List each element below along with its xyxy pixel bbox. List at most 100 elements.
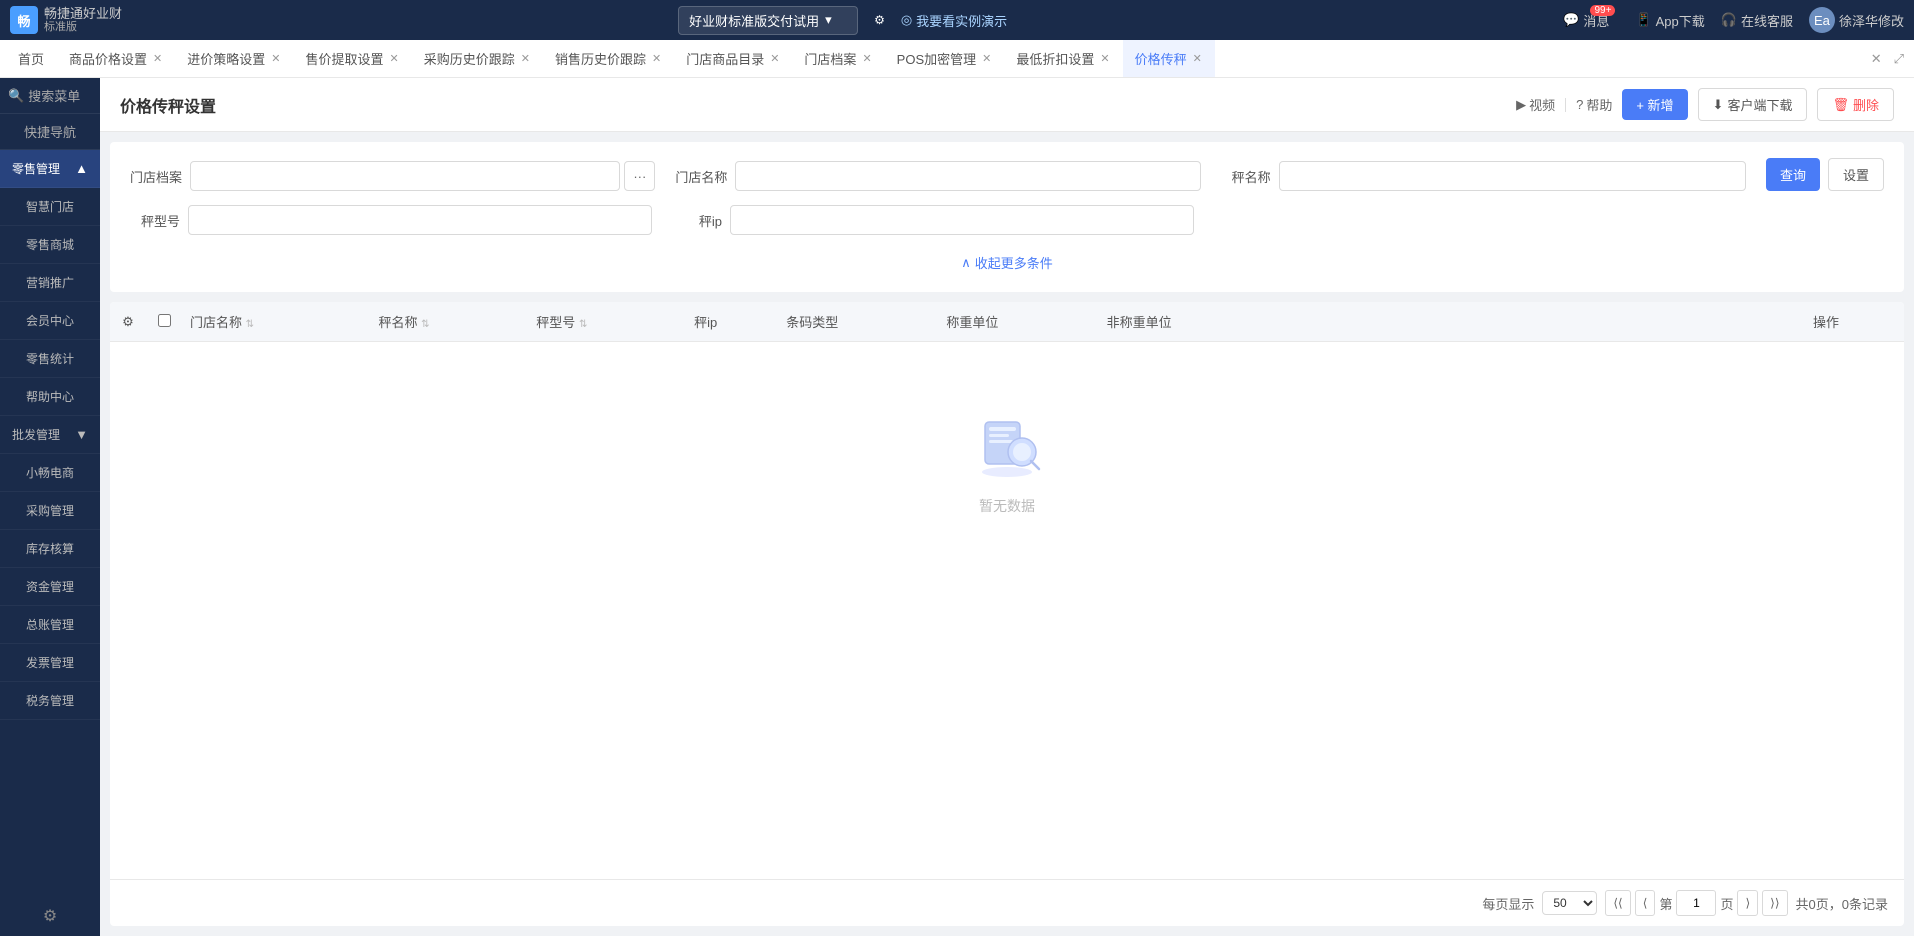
page-size-select[interactable]: 10 20 50 100 bbox=[1542, 891, 1597, 915]
video-link[interactable]: ▶ 视频 bbox=[1516, 95, 1555, 114]
tab-close-store-file[interactable]: ✕ bbox=[862, 52, 871, 65]
tab-close-min-discount[interactable]: ✕ bbox=[1100, 52, 1109, 65]
tab-purchase-history[interactable]: 采购历史价跟踪 ✕ bbox=[412, 40, 543, 78]
th-scale-name[interactable]: 秤名称 ⇅ bbox=[370, 302, 528, 342]
tab-pos-encrypt[interactable]: POS加密管理 ✕ bbox=[885, 40, 1005, 78]
tab-close-purchase-history[interactable]: ✕ bbox=[521, 52, 530, 65]
sidebar-item-general-ledger[interactable]: 总账管理 bbox=[0, 606, 100, 644]
th-store-name[interactable]: 门店名称 ⇅ bbox=[182, 302, 370, 342]
query-button[interactable]: 查询 bbox=[1766, 158, 1820, 191]
sidebar-item-help[interactable]: 帮助中心 bbox=[0, 378, 100, 416]
th-checkbox[interactable] bbox=[146, 302, 182, 342]
tab-maximize-icon[interactable]: ⤢ bbox=[1890, 51, 1908, 67]
tab-close-all-icon[interactable]: ✕ bbox=[1867, 51, 1886, 67]
tab-close-store-catalog[interactable]: ✕ bbox=[770, 52, 779, 65]
message-badge: 99+ bbox=[1590, 5, 1615, 16]
sidebar-item-member[interactable]: 会员中心 bbox=[0, 302, 100, 340]
store-file-input[interactable] bbox=[190, 161, 620, 191]
tab-purchase-strategy[interactable]: 进价策略设置 ✕ bbox=[175, 40, 293, 78]
sidebar-item-wholesale[interactable]: 批发管理 ▼ bbox=[0, 416, 100, 454]
collapse-button[interactable]: ∧ 收起更多条件 bbox=[961, 253, 1053, 272]
store-file-dots-btn[interactable]: ··· bbox=[624, 161, 655, 191]
th-scale-model[interactable]: 秤型号 ⇅ bbox=[528, 302, 686, 342]
table-wrapper: ⚙ 门店名称 ⇅ 秤名称 ⇅ bbox=[110, 302, 1904, 879]
store-file-label: 门店档案 bbox=[130, 167, 182, 186]
version-selector[interactable]: 好业财标准版交付试用 ▾ bbox=[678, 6, 858, 35]
user-action[interactable]: Ea 徐泽华修改 bbox=[1809, 7, 1904, 33]
next-page-btn[interactable]: ⟩ bbox=[1737, 890, 1758, 916]
select-all-checkbox[interactable] bbox=[158, 314, 171, 327]
tab-min-discount[interactable]: 最低折扣设置 ✕ bbox=[1004, 40, 1122, 78]
table-header-row: ⚙ 门店名称 ⇅ 秤名称 ⇅ bbox=[110, 302, 1904, 342]
scale-name-label: 秤名称 bbox=[1221, 167, 1271, 186]
messages-action[interactable]: 💬 消息 99+ bbox=[1563, 11, 1609, 30]
scale-ip-input[interactable] bbox=[730, 205, 1194, 235]
content-area: 价格传秤设置 ▶ 视频 ? 帮助 + 新增 ⬇ 客户端下载 bbox=[100, 78, 1914, 936]
tab-store-catalog[interactable]: 门店商品目录 ✕ bbox=[674, 40, 792, 78]
table-area: ⚙ 门店名称 ⇅ 秤名称 ⇅ bbox=[110, 302, 1904, 926]
scale-model-label: 秤型号 bbox=[130, 211, 180, 230]
tab-commodity-price[interactable]: 商品价格设置 ✕ bbox=[57, 40, 175, 78]
search-form: 门店档案 ··· 门店名称 秤名称 查询 bbox=[110, 142, 1904, 292]
help-link[interactable]: ? 帮助 bbox=[1576, 95, 1612, 114]
scale-model-input[interactable] bbox=[188, 205, 652, 235]
settings-btn[interactable]: ⚙ bbox=[864, 9, 895, 31]
sidebar-item-smart-store[interactable]: 智慧门店 bbox=[0, 188, 100, 226]
tab-close-sales-history[interactable]: ✕ bbox=[652, 52, 661, 65]
tab-sales-history[interactable]: 销售历史价跟踪 ✕ bbox=[543, 40, 674, 78]
app-logo: 畅 畅捷通好业财 标准版 bbox=[10, 6, 122, 35]
download-client-button[interactable]: ⬇ 客户端下载 bbox=[1698, 88, 1808, 121]
sidebar-item-marketing[interactable]: 营销推广 bbox=[0, 264, 100, 302]
store-name-label: 门店名称 bbox=[675, 167, 727, 186]
tab-close-pos-encrypt[interactable]: ✕ bbox=[982, 52, 991, 65]
tab-close-price-extract[interactable]: ✕ bbox=[390, 52, 399, 65]
demo-link[interactable]: ◎ 我要看实例演示 bbox=[901, 11, 1007, 30]
sidebar-item-retail-mgmt[interactable]: 零售管理 ▲ bbox=[0, 150, 100, 188]
tab-home[interactable]: 首页 bbox=[6, 40, 57, 78]
form-settings-button[interactable]: 设置 bbox=[1828, 158, 1884, 191]
sidebar-item-finance[interactable]: 资金管理 bbox=[0, 568, 100, 606]
sidebar-item-purchase[interactable]: 采购管理 bbox=[0, 492, 100, 530]
tab-bar: 首页 商品价格设置 ✕ 进价策略设置 ✕ 售价提取设置 ✕ 采购历史价跟踪 ✕ … bbox=[0, 40, 1914, 78]
sidebar-item-retail-mall[interactable]: 零售商城 bbox=[0, 226, 100, 264]
form-item-scale-ip: 秤ip bbox=[672, 205, 1194, 235]
sidebar-item-retail-stats[interactable]: 零售统计 bbox=[0, 340, 100, 378]
th-barcode-type: 条码类型 bbox=[778, 302, 938, 342]
main-layout: 🔍 搜索菜单 快捷导航 零售管理 ▲ 智慧门店 零售商城 营销推广 会员中心 零… bbox=[0, 78, 1914, 936]
tab-price-scale[interactable]: 价格传秤 ✕ bbox=[1123, 40, 1215, 78]
tab-close-purchase-strategy[interactable]: ✕ bbox=[271, 52, 280, 65]
app-title: 畅捷通好业财 标准版 bbox=[44, 6, 122, 35]
scale-name-input[interactable] bbox=[1279, 161, 1746, 191]
first-page-btn[interactable]: ⟨⟨ bbox=[1605, 890, 1630, 916]
empty-text: 暂无数据 bbox=[979, 496, 1035, 516]
sidebar-item-ecommerce[interactable]: 小畅电商 bbox=[0, 454, 100, 492]
user-avatar: Ea bbox=[1809, 7, 1835, 33]
tab-close-commodity-price[interactable]: ✕ bbox=[153, 52, 162, 65]
tab-bar-actions: ✕ ⤢ bbox=[1867, 51, 1908, 67]
sort-icon-scale-model: ⇅ bbox=[579, 319, 587, 330]
download-icon: 📱 bbox=[1635, 12, 1651, 28]
sidebar-settings-icon[interactable]: ⚙ bbox=[43, 906, 57, 926]
tab-price-extract[interactable]: 售价提取设置 ✕ bbox=[293, 40, 411, 78]
tab-close-price-scale[interactable]: ✕ bbox=[1193, 52, 1202, 65]
add-button[interactable]: + 新增 bbox=[1622, 89, 1687, 120]
prev-page-btn[interactable]: ⟨ bbox=[1635, 890, 1656, 916]
online-service-action[interactable]: 🎧 在线客服 bbox=[1721, 11, 1793, 30]
sidebar-item-tax[interactable]: 税务管理 bbox=[0, 682, 100, 720]
page-number-input[interactable] bbox=[1676, 890, 1716, 916]
sidebar-item-invoice[interactable]: 发票管理 bbox=[0, 644, 100, 682]
sidebar-search[interactable]: 🔍 搜索菜单 bbox=[0, 78, 100, 114]
sidebar-item-inventory[interactable]: 库存核算 bbox=[0, 530, 100, 568]
video-icon: ▶ bbox=[1516, 97, 1526, 113]
last-page-btn[interactable]: ⟩⟩ bbox=[1762, 890, 1787, 916]
tab-store-file[interactable]: 门店档案 ✕ bbox=[792, 40, 884, 78]
download-icon: ⬇ bbox=[1713, 97, 1724, 113]
page-unit: 页 bbox=[1720, 894, 1733, 913]
store-name-input[interactable] bbox=[735, 161, 1200, 191]
app-download-action[interactable]: 📱 App下载 bbox=[1635, 11, 1704, 30]
sidebar-quick-nav[interactable]: 快捷导航 bbox=[0, 114, 100, 150]
delete-button[interactable]: 🗑 删除 bbox=[1817, 88, 1894, 121]
th-settings[interactable]: ⚙ bbox=[110, 302, 146, 342]
form-item-store-name: 门店名称 bbox=[675, 161, 1200, 191]
help-icon: ? bbox=[1576, 97, 1583, 112]
